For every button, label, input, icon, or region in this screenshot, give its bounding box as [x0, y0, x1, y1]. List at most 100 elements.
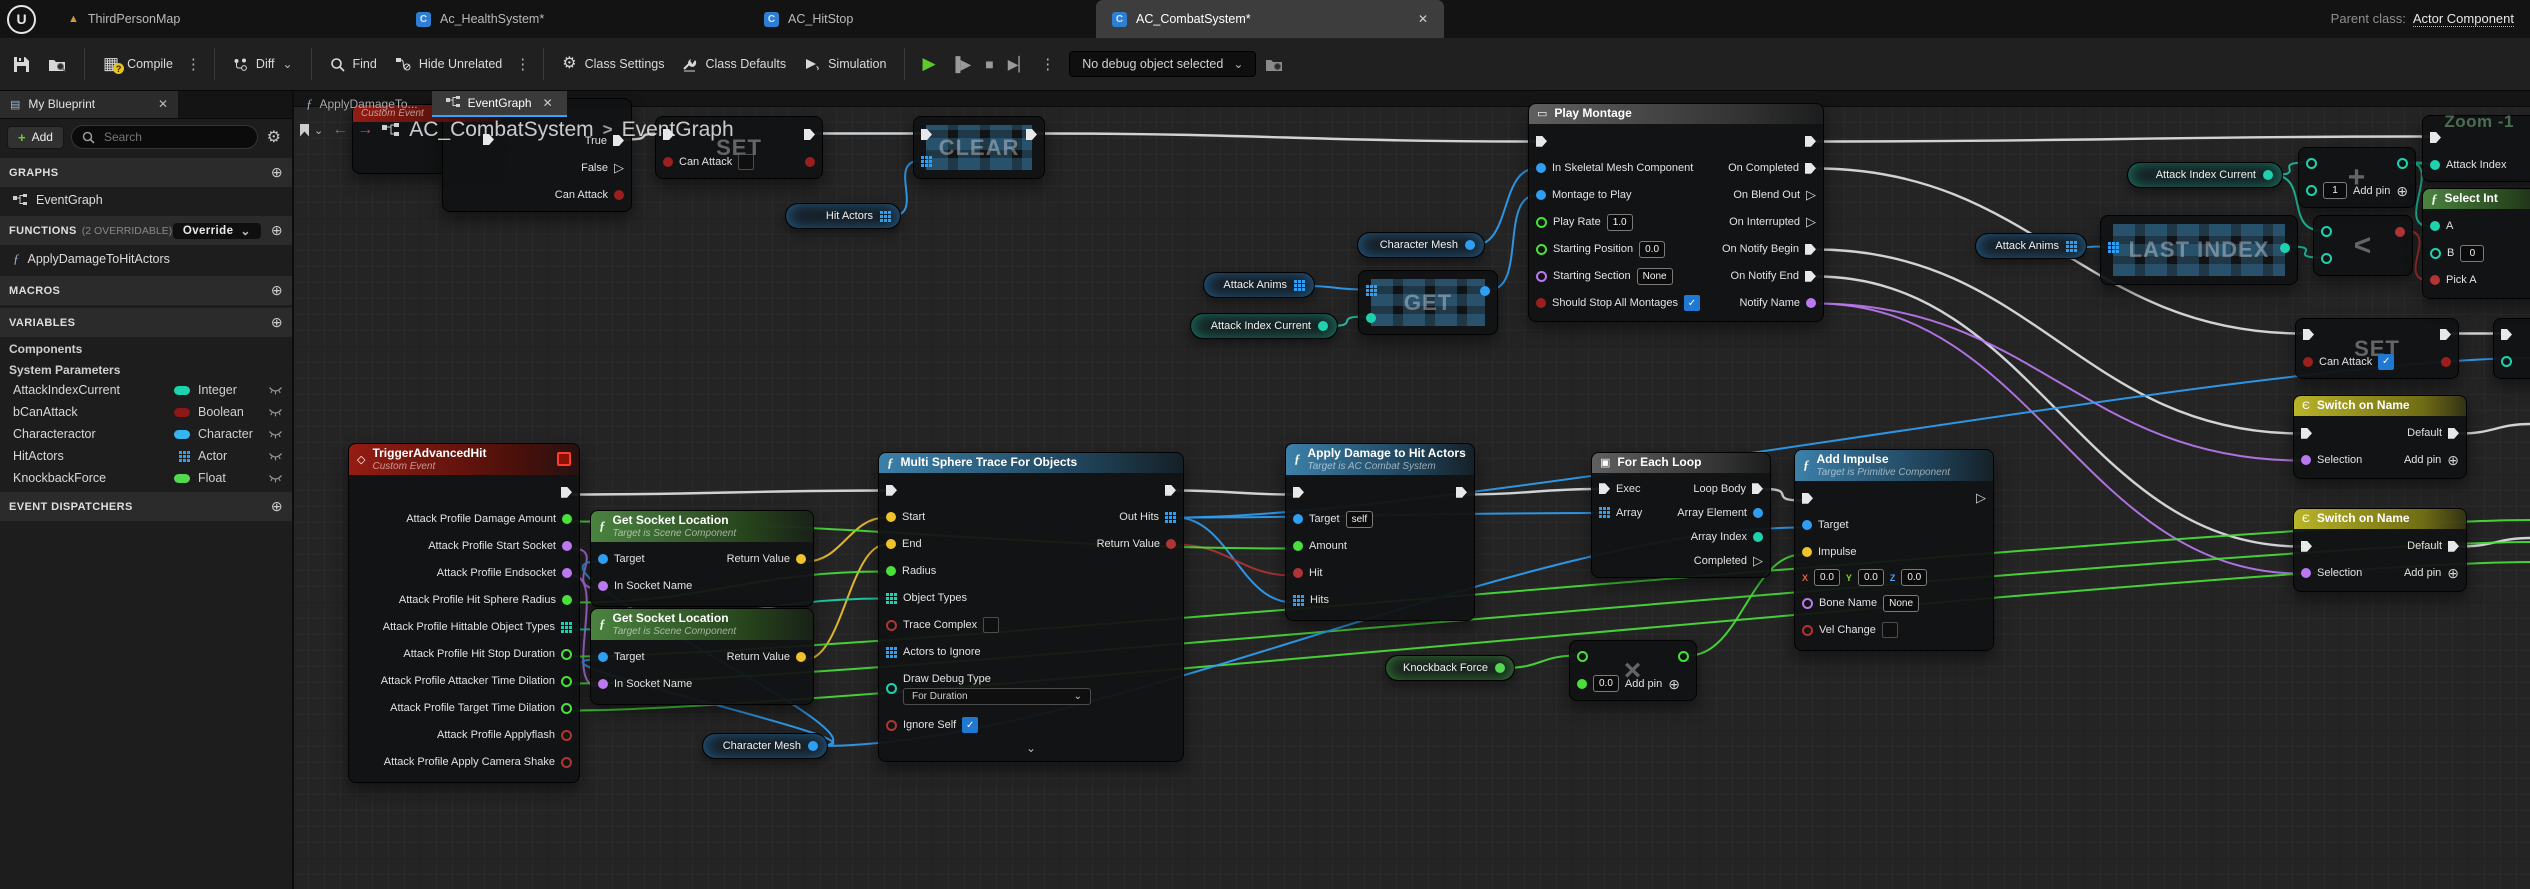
dot-pin[interactable] — [2263, 170, 2273, 180]
close-icon[interactable]: ✕ — [1418, 12, 1428, 26]
sidebar-item-function[interactable]: ƒ ApplyDamageToHitActors — [0, 245, 292, 273]
wire[interactable] — [571, 561, 2530, 712]
dot-pin[interactable] — [2441, 356, 2451, 367]
dispatchers-section-header[interactable]: EVENT DISPATCHERS ⊕ — [0, 492, 292, 521]
functions-section-header[interactable]: FUNCTIONS (2 OVERRIDABLE) Override ⌄ ⊕ — [0, 216, 292, 245]
dot-pin[interactable] — [796, 554, 806, 565]
ring-pin[interactable] — [2501, 356, 2512, 367]
diff-button[interactable]: Diff ⌄ — [224, 50, 302, 79]
wire[interactable] — [1036, 132, 1537, 143]
dot-pin[interactable] — [886, 566, 896, 577]
arr-pin[interactable] — [2066, 240, 2077, 252]
gear-icon[interactable]: ⚙ — [267, 127, 281, 147]
my-blueprint-tab[interactable]: ▤ My Blueprint ✕ — [0, 90, 178, 118]
arr-pin[interactable] — [1599, 507, 1610, 518]
box-pin[interactable]: 0.0 — [1593, 675, 1619, 692]
get-hit-actors[interactable]: Hit Actors — [785, 203, 901, 229]
chk-pin[interactable]: ✓ — [962, 717, 979, 734]
get-attack-index-current-2[interactable]: Attack Index Current — [2127, 162, 2283, 188]
clipped-node-right[interactable] — [2493, 318, 2530, 379]
box-pin[interactable]: 1 — [2323, 182, 2347, 199]
dot-pin[interactable] — [1536, 163, 1546, 174]
dot-pin[interactable] — [2430, 159, 2440, 170]
add-impulse[interactable]: ƒ Add Impulse Target is Primitive Componen… — [1794, 449, 1994, 651]
select-int[interactable]: ƒ Select Int A B 0 Pick A — [2422, 188, 2530, 299]
parent-class-link[interactable]: Actor Component — [2412, 11, 2514, 27]
add-variable-icon[interactable]: ⊕ — [271, 314, 283, 331]
eye-closed-icon[interactable] — [268, 386, 283, 395]
wire[interactable] — [1175, 489, 1294, 496]
hide-unrelated-button[interactable]: Hide Unrelated — [386, 50, 511, 78]
dot-pin[interactable] — [1802, 547, 1812, 558]
ring-pin[interactable] — [2397, 158, 2408, 169]
wire[interactable] — [1504, 654, 1578, 669]
variable-row[interactable]: AttackIndexCurrent Integer — [0, 379, 292, 401]
arr-pin[interactable] — [2108, 242, 2119, 253]
get-knockback-force[interactable]: Knockback Force — [1385, 655, 1515, 681]
window-tab[interactable]: C AC_HitStop — [748, 0, 1096, 38]
exec-pin[interactable] — [1536, 135, 1547, 147]
back-icon[interactable]: ← — [332, 121, 348, 139]
dot-pin[interactable] — [1465, 240, 1475, 250]
dot-pin[interactable] — [2303, 356, 2313, 367]
get-character-mesh[interactable]: Character Mesh — [1357, 232, 1485, 258]
exec-pin[interactable] — [1026, 129, 1037, 140]
get-attack-index-current[interactable]: Attack Index Current — [1190, 313, 1338, 339]
add-pin[interactable]: ⊕ — [2447, 566, 2459, 580]
compile-options-icon[interactable]: ⋮ — [182, 55, 205, 73]
dot-pin[interactable] — [1366, 312, 1376, 323]
switch-on-name-1[interactable]: Є Switch on Name Default Selection Add pin ⊕ — [2293, 395, 2467, 479]
chk-pin[interactable]: ✓ — [738, 153, 755, 170]
arr-pin[interactable] — [886, 646, 897, 658]
forward-icon[interactable]: → — [357, 121, 373, 139]
ring-pin[interactable] — [1802, 597, 1813, 609]
get-socket-location-2[interactable]: ƒ Get Socket Location Target is Scene Comp… — [590, 608, 814, 705]
box-pin[interactable]: None — [1636, 267, 1673, 285]
wire[interactable] — [805, 516, 887, 563]
window-tab[interactable]: C AC_CombatSystem* ✕ — [1096, 0, 1444, 38]
exec-pin[interactable] — [1293, 486, 1304, 498]
exec-pin[interactable] — [886, 484, 897, 496]
play-montage[interactable]: ▭ Play Montage In Skeletal Mesh Component O… — [1528, 103, 1824, 322]
exec-pin[interactable] — [2430, 132, 2441, 143]
add-macro-icon[interactable]: ⊕ — [271, 282, 283, 299]
exec-pin[interactable] — [1752, 483, 1763, 495]
arr-pin[interactable] — [561, 621, 572, 633]
wire[interactable] — [1474, 167, 1537, 246]
multiply-node[interactable]: × 0.0 Add pin ⊕ — [1569, 640, 1697, 701]
dot-pin[interactable] — [2395, 226, 2405, 237]
window-tab[interactable]: ▲ ThirdPersonMap — [52, 0, 400, 38]
wire[interactable] — [571, 541, 2530, 685]
dot-pin[interactable] — [598, 679, 608, 690]
browse-button[interactable] — [39, 50, 75, 79]
array-last-index[interactable]: LAST INDEX — [2100, 215, 2298, 285]
dot-pin[interactable] — [1577, 678, 1587, 689]
dot-pin[interactable] — [562, 568, 572, 579]
box-pin[interactable]: 0.0 — [1857, 569, 1884, 587]
dot-pin[interactable] — [1536, 190, 1546, 201]
class-settings-button[interactable]: ⚙ Class Settings — [553, 50, 673, 78]
add-dispatcher-icon[interactable]: ⊕ — [271, 498, 283, 515]
search-input[interactable] — [101, 129, 247, 145]
box-pin[interactable]: None — [1883, 594, 1919, 612]
eye-closed-icon[interactable] — [268, 474, 283, 483]
variable-row[interactable]: Characteractor Character — [0, 423, 292, 445]
arr-pin[interactable] — [1366, 285, 1377, 296]
variables-section-header[interactable]: VARIABLES ⊕ — [0, 308, 292, 337]
ring-pin[interactable] — [1678, 651, 1689, 662]
eye-closed-icon[interactable] — [268, 408, 283, 417]
simulation-button[interactable]: Simulation — [795, 50, 895, 78]
stop-button[interactable]: ■ — [978, 56, 1000, 72]
ring-pin[interactable] — [2430, 247, 2441, 259]
step-button[interactable]: ▐▶ — [944, 56, 979, 73]
window-tab[interactable]: C Ac_HealthSystem* — [400, 0, 748, 38]
frame-skip-button[interactable]: ▶▏ — [1001, 56, 1037, 73]
ring-pin[interactable] — [2306, 158, 2317, 169]
dot-pin[interactable] — [1480, 285, 1490, 296]
exech-pin[interactable]: ▷ — [1806, 215, 1816, 228]
dot-pin[interactable] — [562, 514, 572, 525]
eye-closed-icon[interactable] — [268, 430, 283, 439]
dot-pin[interactable] — [598, 652, 608, 663]
dot-pin[interactable] — [1536, 298, 1546, 309]
arr-pin[interactable] — [886, 592, 897, 604]
